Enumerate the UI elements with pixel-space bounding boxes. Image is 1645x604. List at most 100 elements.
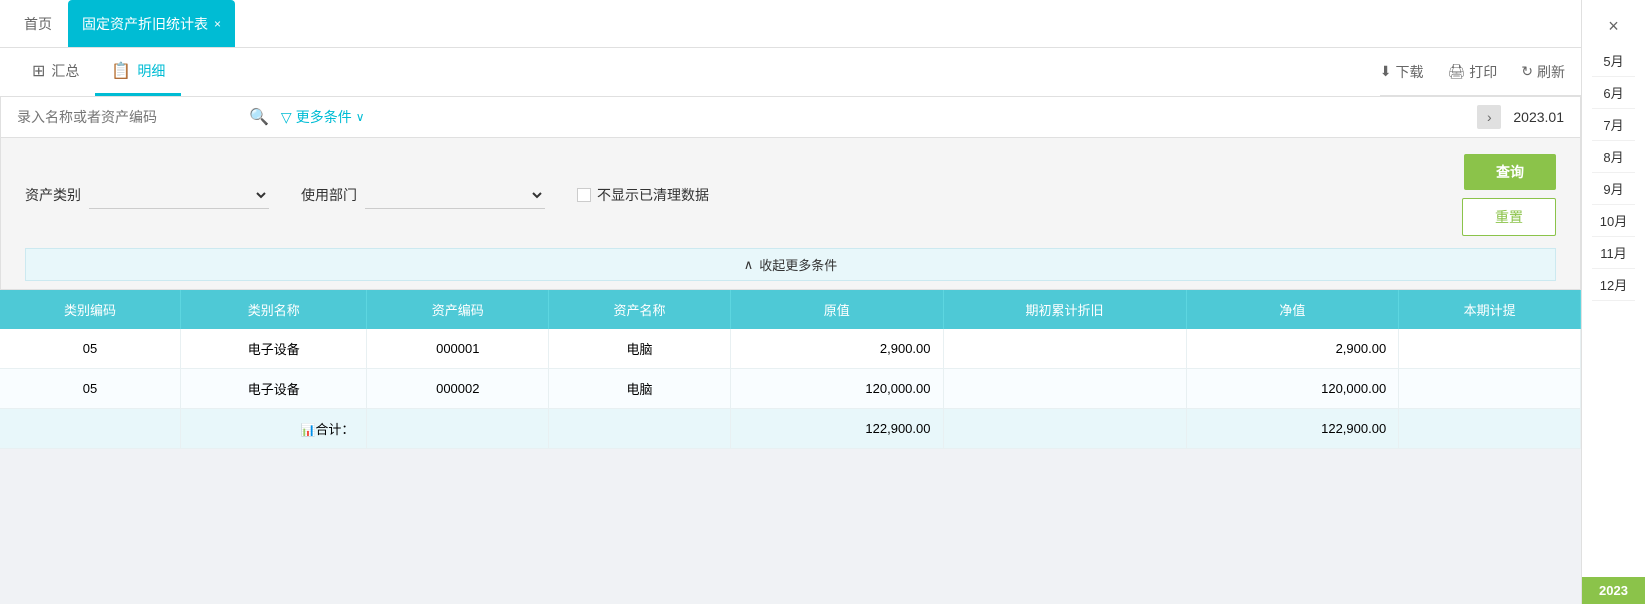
sidebar-month-item[interactable]: 7月 bbox=[1592, 109, 1635, 141]
no-cleared-label: 不显示已清理数据 bbox=[597, 185, 709, 205]
filter-row: 资产类别 使用部门 不显示已清理数据 查询 重置 bbox=[25, 154, 1556, 236]
download-icon: ⬇ bbox=[1380, 63, 1392, 80]
refresh-icon: ↻ bbox=[1521, 63, 1533, 80]
sidebar-month-item[interactable]: 8月 bbox=[1592, 141, 1635, 173]
data-table-container: 类别编码类别名称资产编码资产名称原值期初累计折旧净值本期计提 05电子设备000… bbox=[0, 290, 1581, 449]
sidebar-month-item[interactable]: 11月 bbox=[1592, 237, 1635, 269]
asset-category-field: 资产类别 bbox=[25, 182, 269, 209]
refresh-label: 刷新 bbox=[1537, 62, 1565, 82]
filter-icon: ▽ bbox=[281, 109, 292, 126]
collapse-icon: ∧ bbox=[744, 257, 754, 273]
total-cell bbox=[549, 409, 731, 449]
collapse-button[interactable]: ∧ 收起更多条件 bbox=[25, 248, 1556, 281]
print-icon: 🖨 bbox=[1447, 63, 1465, 80]
tab-close-button[interactable]: × bbox=[214, 17, 221, 31]
table-header: 期初累计折旧 bbox=[943, 290, 1186, 329]
action-buttons: 查询 重置 bbox=[1462, 154, 1556, 236]
tab-label: 固定资产折旧统计表 bbox=[82, 14, 208, 34]
table-header: 原值 bbox=[730, 290, 943, 329]
total-cell bbox=[1399, 409, 1581, 449]
table-header: 资产编码 bbox=[367, 290, 549, 329]
search-icon[interactable]: 🔍 bbox=[249, 107, 269, 127]
search-input[interactable] bbox=[17, 109, 237, 125]
total-cell: 📊合计： bbox=[181, 409, 367, 449]
tab-detail[interactable]: 📋 明细 bbox=[95, 49, 181, 96]
sidebar-month-item[interactable]: 9月 bbox=[1592, 173, 1635, 205]
home-nav-item[interactable]: 首页 bbox=[16, 14, 60, 34]
department-select[interactable] bbox=[365, 182, 545, 209]
table-header: 资产名称 bbox=[549, 290, 731, 329]
table-cell: 000002 bbox=[367, 369, 549, 409]
no-cleared-checkbox[interactable] bbox=[577, 188, 591, 202]
sidebar-year[interactable]: 2023 bbox=[1582, 577, 1645, 604]
more-filter-button[interactable]: ▽ 更多条件 ∨ bbox=[281, 107, 365, 127]
total-cell bbox=[0, 409, 181, 449]
detail-icon: 📋 bbox=[111, 61, 131, 81]
sidebar-month-item[interactable]: 12月 bbox=[1592, 269, 1635, 301]
total-cell bbox=[367, 409, 549, 449]
download-label: 下载 bbox=[1395, 62, 1423, 82]
collapse-label: 收起更多条件 bbox=[759, 255, 837, 274]
sub-tabs: ⊞ 汇总 📋 明细 bbox=[0, 48, 1380, 96]
data-table: 类别编码类别名称资产编码资产名称原值期初累计折旧净值本期计提 05电子设备000… bbox=[0, 290, 1581, 449]
total-cell bbox=[943, 409, 1186, 449]
date-label: 2023.01 bbox=[1513, 109, 1564, 125]
table-header: 净值 bbox=[1186, 290, 1399, 329]
asset-category-select[interactable] bbox=[89, 182, 269, 209]
table-cell: 2,900.00 bbox=[730, 329, 943, 369]
toolbar: ⬇ 下载 🖨 打印 ↻ 刷新 bbox=[1380, 62, 1581, 82]
table-cell: 电脑 bbox=[549, 369, 731, 409]
table-cell: 120,000.00 bbox=[1186, 369, 1399, 409]
table-cell: 120,000.00 bbox=[730, 369, 943, 409]
more-filter-label: 更多条件 bbox=[296, 107, 352, 127]
department-label: 使用部门 bbox=[301, 185, 357, 205]
total-cell: 122,900.00 bbox=[1186, 409, 1399, 449]
table-cell: 05 bbox=[0, 329, 181, 369]
sub-tab-bar: ⊞ 汇总 📋 明细 ⬇ 下载 🖨 打印 ↻ 刷新 bbox=[0, 48, 1581, 96]
table-cell bbox=[943, 369, 1186, 409]
date-nav-button[interactable]: › bbox=[1477, 105, 1501, 129]
sidebar-month-item[interactable]: 6月 bbox=[1592, 77, 1635, 109]
table-cell bbox=[1399, 369, 1581, 409]
table-row: 05电子设备000002电脑120,000.00120,000.00 bbox=[0, 369, 1581, 409]
table-cell: 电子设备 bbox=[181, 329, 367, 369]
print-button[interactable]: 🖨 打印 bbox=[1447, 62, 1497, 82]
tab-summary-label: 汇总 bbox=[51, 61, 79, 81]
table-row: 05电子设备000001电脑2,900.002,900.00 bbox=[0, 329, 1581, 369]
table-cell: 电子设备 bbox=[181, 369, 367, 409]
tab-summary[interactable]: ⊞ 汇总 bbox=[16, 49, 95, 96]
sidebar-month-item[interactable]: 10月 bbox=[1592, 205, 1635, 237]
table-cell: 05 bbox=[0, 369, 181, 409]
advanced-filter: 资产类别 使用部门 不显示已清理数据 查询 重置 ∧ 收起更 bbox=[0, 138, 1581, 290]
table-cell: 电脑 bbox=[549, 329, 731, 369]
table-cell bbox=[943, 329, 1186, 369]
table-header: 类别编码 bbox=[0, 290, 181, 329]
department-field: 使用部门 bbox=[301, 182, 545, 209]
table-header: 类别名称 bbox=[181, 290, 367, 329]
total-cell: 122,900.00 bbox=[730, 409, 943, 449]
query-button[interactable]: 查询 bbox=[1464, 154, 1556, 190]
no-cleared-field: 不显示已清理数据 bbox=[577, 185, 709, 205]
summary-icon: ⊞ bbox=[32, 61, 45, 81]
window-close-button[interactable]: × bbox=[1600, 8, 1627, 45]
reset-button[interactable]: 重置 bbox=[1462, 198, 1556, 236]
sidebar-month-item[interactable]: 5月 bbox=[1592, 45, 1635, 77]
tab-detail-label: 明细 bbox=[137, 61, 165, 81]
table-header: 本期计提 bbox=[1399, 290, 1581, 329]
table-total-row: 📊合计： 122,900.00 122,900.00 bbox=[0, 409, 1581, 449]
total-icon: 📊 bbox=[300, 423, 315, 437]
main-content: 首页 固定资产折旧统计表 × ⊞ 汇总 📋 明细 ⬇ 下载 🖨 打印 bbox=[0, 0, 1581, 449]
active-tab[interactable]: 固定资产折旧统计表 × bbox=[68, 0, 235, 47]
table-cell: 2,900.00 bbox=[1186, 329, 1399, 369]
print-label: 打印 bbox=[1469, 62, 1497, 82]
table-header-row: 类别编码类别名称资产编码资产名称原值期初累计折旧净值本期计提 bbox=[0, 290, 1581, 329]
table-cell bbox=[1399, 329, 1581, 369]
asset-category-label: 资产类别 bbox=[25, 185, 81, 205]
download-button[interactable]: ⬇ 下载 bbox=[1380, 62, 1424, 82]
top-nav: 首页 固定资产折旧统计表 × bbox=[0, 0, 1581, 48]
chevron-down-icon: ∨ bbox=[356, 110, 365, 124]
filter-bar: 🔍 ▽ 更多条件 ∨ › 2023.01 bbox=[0, 96, 1581, 138]
refresh-button[interactable]: ↻ 刷新 bbox=[1521, 62, 1565, 82]
right-sidebar: × 5月6月7月8月9月10月11月12月 2023 bbox=[1581, 0, 1645, 604]
sidebar-months: 5月6月7月8月9月10月11月12月 bbox=[1592, 45, 1635, 301]
